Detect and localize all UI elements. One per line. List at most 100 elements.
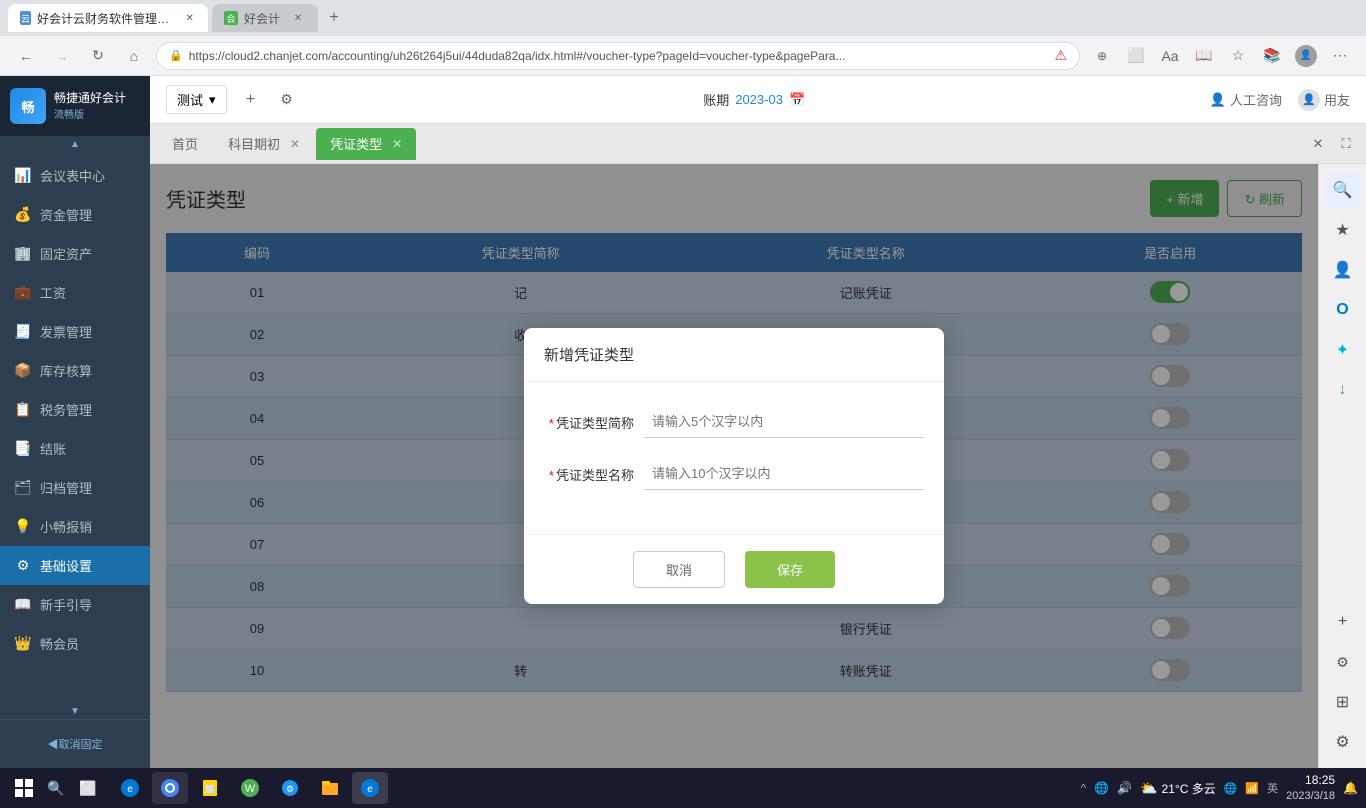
user-name: 用友 bbox=[1324, 90, 1350, 109]
taskbar-task-view[interactable]: ⬜ bbox=[72, 772, 104, 804]
sidebar-item-assets[interactable]: 🏢 固定资产 bbox=[0, 234, 150, 273]
taskbar-item-file[interactable]: ⬜ bbox=[192, 772, 228, 804]
url-bar[interactable]: 🔒 https://cloud2.chanjet.com/accounting/… bbox=[156, 42, 1080, 70]
right-panel-download[interactable]: ↓ bbox=[1325, 372, 1361, 408]
sidebar-scroll-up[interactable]: ▲ bbox=[0, 136, 150, 152]
active-tab[interactable]: 云 好会计云财务软件管理系统_会计 ✕ bbox=[8, 4, 208, 32]
active-tab-close[interactable]: ✕ bbox=[183, 10, 196, 26]
extensions-btn[interactable]: ⊕ bbox=[1088, 42, 1116, 70]
save-button[interactable]: 保存 bbox=[745, 551, 835, 588]
tab-bar: 云 好会计云财务软件管理系统_会计 ✕ 会 好会计 ✕ + bbox=[0, 0, 1366, 36]
right-panel-gear-bottom[interactable]: ⚙ bbox=[1325, 724, 1361, 760]
abbr-input[interactable] bbox=[644, 406, 924, 438]
user-btn[interactable]: 👤 用友 bbox=[1298, 89, 1350, 111]
taskbar-clock[interactable]: 18:25 2023/3/18 bbox=[1286, 772, 1335, 804]
sidebar-item-label-salary: 工资 bbox=[40, 283, 66, 302]
notification-icon[interactable]: 🔔 bbox=[1343, 781, 1358, 795]
consult-icon: 👤 bbox=[1210, 92, 1226, 108]
taskbar-item-settings[interactable]: ⚙ bbox=[272, 772, 308, 804]
content-tab-bar: 首页 科目期初 ✕ 凭证类型 ✕ ✕ ⛶ bbox=[150, 124, 1366, 164]
back-button[interactable]: ← bbox=[12, 42, 40, 70]
name-input[interactable] bbox=[644, 458, 924, 490]
svg-text:W: W bbox=[245, 783, 256, 795]
right-panel-add[interactable]: + bbox=[1325, 604, 1361, 640]
calendar-icon[interactable]: 📅 bbox=[789, 92, 805, 108]
page-content: 凭证类型 + 新增 ↻ 刷新 编码 凭证类型简称 凭证类型名称 bbox=[150, 164, 1318, 768]
address-bar: ← → ↻ ⌂ 🔒 https://cloud2.chanjet.com/acc… bbox=[0, 36, 1366, 76]
settings-sidebar-icon: ⚙ bbox=[14, 557, 32, 575]
inactive-tab[interactable]: 会 好会计 ✕ bbox=[212, 4, 318, 32]
sidebar-items: 📊 会议表中心 💰 资金管理 🏢 固定资产 💼 工资 🧾 发票管理 📦 bbox=[0, 152, 150, 703]
finance-icon: 💰 bbox=[14, 206, 32, 224]
tab-subjects[interactable]: 科目期初 ✕ bbox=[214, 128, 314, 160]
more-btn[interactable]: ⋯ bbox=[1326, 42, 1354, 70]
assets-icon: 🏢 bbox=[14, 245, 32, 263]
sidebar-item-inventory[interactable]: 📦 库存核算 bbox=[0, 351, 150, 390]
cancel-pin-button[interactable]: ◀取消固定 bbox=[10, 730, 140, 758]
tab-close-all[interactable]: ✕ bbox=[1306, 132, 1330, 156]
sidebar-item-finance[interactable]: 💰 资金管理 bbox=[0, 195, 150, 234]
sidebar-item-salary[interactable]: 💼 工资 bbox=[0, 273, 150, 312]
right-panel-person[interactable]: 👤 bbox=[1325, 252, 1361, 288]
home-button[interactable]: ⌂ bbox=[120, 42, 148, 70]
expense-icon: 💡 bbox=[14, 518, 32, 536]
taskbar-item-chrome[interactable] bbox=[152, 772, 188, 804]
taskbar-item-edge2[interactable]: e bbox=[352, 772, 388, 804]
volume-icon: 🔊 bbox=[1117, 781, 1132, 795]
tray-chevron[interactable]: ^ bbox=[1081, 781, 1087, 795]
forward-button[interactable]: → bbox=[48, 42, 76, 70]
right-panel-star[interactable]: ★ bbox=[1325, 212, 1361, 248]
name-required: * bbox=[549, 468, 554, 483]
inactive-tab-close[interactable]: ✕ bbox=[290, 10, 306, 26]
tab-voucher-type-close[interactable]: ✕ bbox=[392, 137, 402, 151]
sidebar-item-settlement[interactable]: 📑 结账 bbox=[0, 429, 150, 468]
sidebar-item-guide[interactable]: 📖 新手引导 bbox=[0, 585, 150, 624]
taskbar-item-files[interactable] bbox=[312, 772, 348, 804]
tab-home[interactable]: 首页 bbox=[158, 128, 212, 160]
workspace-selector[interactable]: 测试 ▾ bbox=[166, 85, 227, 114]
sidebar-btn[interactable]: ⬜ bbox=[1122, 42, 1150, 70]
sidebar-scroll-down[interactable]: ▼ bbox=[0, 703, 150, 719]
sidebar-item-label-member: 畅会员 bbox=[40, 634, 79, 653]
sidebar-item-settings[interactable]: ⚙ 基础设置 bbox=[0, 546, 150, 585]
browser-actions: ⊕ ⬜ Aa 📖 ☆ 📚 👤 ⋯ bbox=[1088, 42, 1354, 70]
workspace-settings-btn[interactable]: ⚙ bbox=[275, 88, 299, 112]
sidebar-item-archive[interactable]: 🗂 归档管理 bbox=[0, 468, 150, 507]
reader-btn[interactable]: 📖 bbox=[1190, 42, 1218, 70]
taskbar-search[interactable]: 🔍 bbox=[40, 772, 72, 804]
start-button[interactable] bbox=[8, 772, 40, 804]
right-panel-search[interactable]: 🔍 bbox=[1325, 172, 1361, 208]
tab2-favicon: 会 bbox=[224, 11, 238, 25]
consult-btn[interactable]: 👤 人工咨询 bbox=[1210, 90, 1282, 109]
weather-text: 21°C 多云 bbox=[1162, 780, 1216, 797]
add-workspace-btn[interactable]: + bbox=[239, 88, 263, 112]
right-panel-outlook[interactable]: O bbox=[1325, 292, 1361, 328]
translate-btn[interactable]: Aa bbox=[1156, 42, 1184, 70]
sidebar-item-expense[interactable]: 💡 小畅报销 bbox=[0, 507, 150, 546]
new-tab-button[interactable]: + bbox=[322, 6, 346, 30]
right-panel: 🔍 ★ 👤 O ✦ ↓ + ⚙ ⊞ ⚙ bbox=[1318, 164, 1366, 768]
form-row-abbr: *凭证类型简称 bbox=[544, 406, 924, 438]
right-panel-grid[interactable]: ⊞ bbox=[1325, 684, 1361, 720]
taskbar-item-edge[interactable]: e bbox=[112, 772, 148, 804]
profile-btn[interactable]: 👤 bbox=[1292, 42, 1320, 70]
tab-subjects-close[interactable]: ✕ bbox=[290, 137, 300, 151]
cancel-button[interactable]: 取消 bbox=[633, 551, 725, 588]
right-panel-settings[interactable]: ⚙ bbox=[1325, 644, 1361, 680]
weather-info: ⛅ 21°C 多云 bbox=[1140, 780, 1216, 797]
sidebar-item-member[interactable]: 👑 畅会员 bbox=[0, 624, 150, 663]
modal-footer: 取消 保存 bbox=[524, 534, 944, 604]
dashboard-icon: 📊 bbox=[14, 167, 32, 185]
tab-expand-btn[interactable]: ⛶ bbox=[1334, 132, 1358, 156]
collections-btn[interactable]: 📚 bbox=[1258, 42, 1286, 70]
sidebar-item-dashboard[interactable]: 📊 会议表中心 bbox=[0, 156, 150, 195]
fav-btn[interactable]: ☆ bbox=[1224, 42, 1252, 70]
tab-voucher-type[interactable]: 凭证类型 ✕ bbox=[316, 128, 416, 160]
refresh-button[interactable]: ↻ bbox=[84, 42, 112, 70]
taskbar-item-wechat[interactable]: W bbox=[232, 772, 268, 804]
sidebar-item-label-guide: 新手引导 bbox=[40, 595, 92, 614]
right-panel-feather[interactable]: ✦ bbox=[1325, 332, 1361, 368]
sidebar-item-tax[interactable]: 📋 税务管理 bbox=[0, 390, 150, 429]
sidebar-item-invoice[interactable]: 🧾 发票管理 bbox=[0, 312, 150, 351]
lock-icon: 🔒 bbox=[169, 49, 183, 62]
